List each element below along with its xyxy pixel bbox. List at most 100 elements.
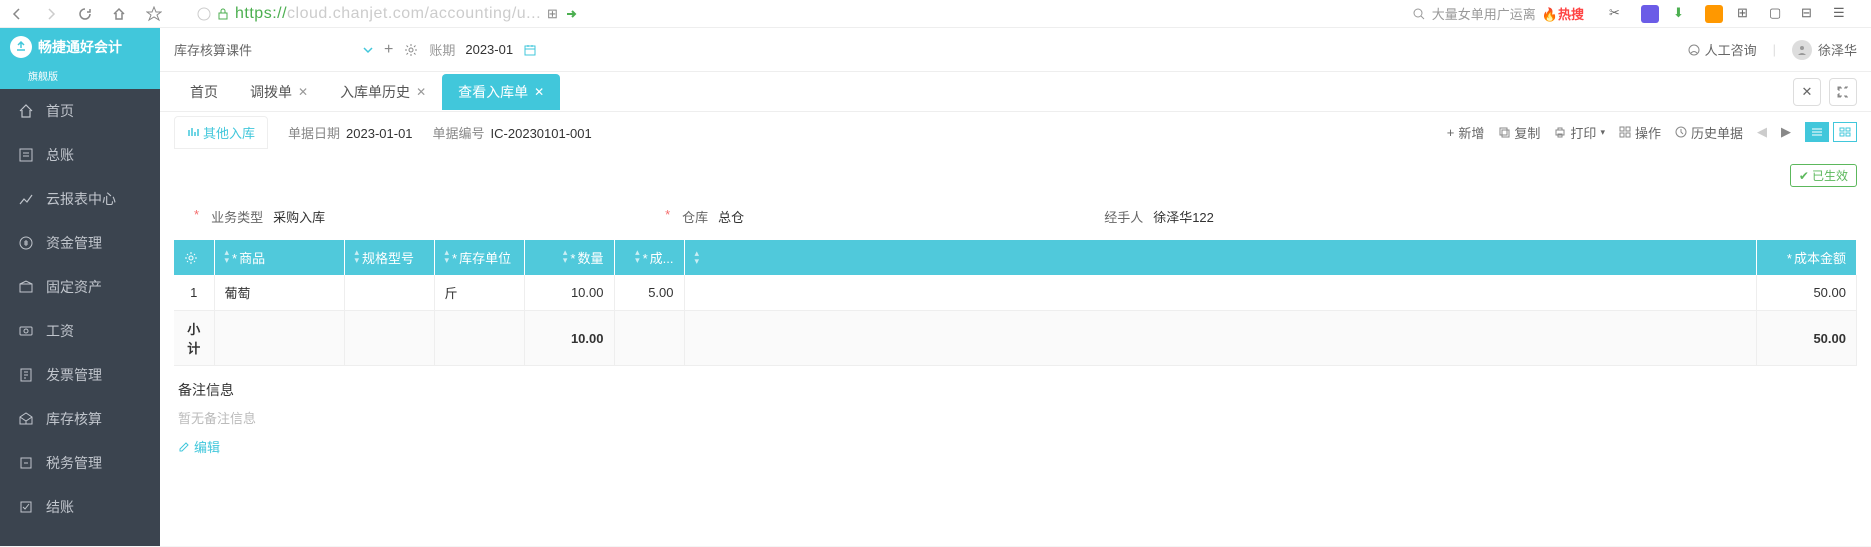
sidebar: 畅捷通好会计 旗舰版 首页 总账 云报表中心 资金管理 固定资产 工资 发票管理… — [0, 28, 160, 546]
address-bar[interactable]: https://cloud.chanjet.com/accounting/u..… — [177, 5, 1387, 23]
cell-amount: 50.00 — [1757, 275, 1857, 311]
ext-icon-6[interactable]: ▢ — [1769, 5, 1787, 23]
col-spec[interactable]: ▴▾规格型号 — [344, 240, 434, 275]
table-header-row: ▴▾*商品 ▴▾规格型号 ▴▾*库存单位 ▴▾*数量 ▴▾*成... ▴▾ *成… — [174, 240, 1857, 275]
copy-button[interactable]: 复制 — [1498, 123, 1540, 142]
remark-section: 备注信息 暂无备注信息 编辑 — [174, 366, 1857, 470]
card-view-button[interactable] — [1833, 122, 1857, 142]
sidebar-item-invoice[interactable]: 发票管理 — [0, 353, 160, 397]
form-row: *业务类型采购入库 *仓库总仓 经手人徐泽华122 — [174, 199, 1857, 240]
handler-field: 经手人徐泽华122 — [1104, 207, 1214, 226]
calendar-icon[interactable] — [523, 43, 537, 57]
close-all-button[interactable]: ✕ — [1793, 78, 1821, 106]
table-row[interactable]: 1 葡萄 斤 10.00 5.00 50.00 — [174, 275, 1857, 311]
nav-label: 总账 — [46, 145, 74, 165]
go-icon[interactable] — [564, 7, 578, 21]
lock-icon — [217, 8, 229, 20]
refresh-icon[interactable] — [78, 7, 92, 21]
report-icon — [18, 191, 34, 207]
sidebar-item-asset[interactable]: 固定资产 — [0, 265, 160, 309]
sidebar-item-home[interactable]: 首页 — [0, 89, 160, 133]
home-icon[interactable] — [112, 7, 126, 21]
col-gear[interactable] — [174, 240, 214, 275]
print-button[interactable]: 打印 ▾ — [1554, 123, 1605, 142]
remark-title: 备注信息 — [178, 380, 1853, 400]
chart-icon — [187, 126, 199, 138]
history-button[interactable]: 历史单据 — [1675, 123, 1743, 142]
next-icon[interactable]: ▶ — [1781, 124, 1791, 140]
col-unit[interactable]: ▴▾*库存单位 — [434, 240, 524, 275]
col-amount[interactable]: *成本金额 — [1757, 240, 1857, 275]
brand-sub: 旗舰版 — [0, 68, 160, 83]
period-label: 账期 — [429, 40, 455, 59]
salary-icon — [18, 323, 34, 339]
cell-cost: 5.00 — [614, 275, 684, 311]
close-icon[interactable]: ✕ — [298, 85, 308, 99]
qr-icon[interactable]: ⊞ — [547, 6, 558, 22]
browser-search[interactable]: 大量女单用广运离 🔥热搜 — [1402, 4, 1594, 23]
logo[interactable]: 畅捷通好会计 — [0, 28, 160, 66]
fullscreen-button[interactable] — [1829, 78, 1857, 106]
close-icon[interactable]: ✕ — [416, 85, 426, 99]
tabs: 首页 调拨单✕ 入库单历史✕ 查看入库单✕ ✕ — [160, 72, 1871, 112]
subtotal-qty: 10.00 — [524, 311, 614, 366]
sidebar-item-fund[interactable]: 资金管理 — [0, 221, 160, 265]
new-button[interactable]: + 新增 — [1447, 123, 1485, 142]
brand-name: 畅捷通好会计 — [38, 37, 122, 57]
subtab-other-instock[interactable]: 其他入库 — [174, 116, 268, 149]
col-cost[interactable]: ▴▾*成... — [614, 240, 684, 275]
nav-label: 资金管理 — [46, 233, 102, 253]
ops-button[interactable]: 操作 — [1619, 123, 1661, 142]
sidebar-item-tax[interactable]: 税务管理 — [0, 441, 160, 485]
user-menu[interactable]: 徐泽华 — [1792, 40, 1857, 60]
tab-home[interactable]: 首页 — [174, 74, 234, 110]
topbar: 库存核算课件 + 账期 2023-01 人工咨询 | 徐泽华 — [160, 28, 1871, 72]
cell-no: 1 — [174, 275, 214, 311]
add-icon[interactable]: + — [384, 41, 393, 59]
sidebar-item-salary[interactable]: 工资 — [0, 309, 160, 353]
biz-type-field: *业务类型采购入库 — [194, 207, 325, 226]
sidebar-item-stock[interactable]: 库存核算 — [0, 397, 160, 441]
ext-icon-3[interactable]: ⬇ — [1673, 5, 1691, 23]
menu-icon[interactable]: ☰ — [1833, 5, 1851, 23]
check-icon: ✔ — [1799, 169, 1809, 183]
tab-view-instock[interactable]: 查看入库单✕ — [442, 74, 560, 110]
nav-label: 发票管理 — [46, 365, 102, 385]
col-qty[interactable]: ▴▾*数量 — [524, 240, 614, 275]
tab-instock-history[interactable]: 入库单历史✕ — [324, 74, 442, 110]
sidebar-item-closing[interactable]: 结账 — [0, 485, 160, 529]
cell-unit: 斤 — [434, 275, 524, 311]
sidebar-item-ledger[interactable]: 总账 — [0, 133, 160, 177]
browser-bar: https://cloud.chanjet.com/accounting/u..… — [0, 0, 1871, 28]
cell-product: 葡萄 — [214, 275, 344, 311]
subtotal-amount: 50.00 — [1757, 311, 1857, 366]
subtotal-row: 小计 10.00 50.00 — [174, 311, 1857, 366]
logo-icon — [10, 36, 32, 58]
ext-icon-4[interactable] — [1705, 5, 1723, 23]
close-icon[interactable]: ✕ — [534, 85, 544, 99]
ext-icon-2[interactable] — [1641, 5, 1659, 23]
back-icon[interactable] — [10, 7, 24, 21]
support-link[interactable]: 人工咨询 — [1687, 40, 1757, 59]
forward-icon[interactable] — [44, 7, 58, 21]
star-icon[interactable] — [146, 6, 162, 22]
edit-link[interactable]: 编辑 — [178, 437, 1853, 456]
prev-icon[interactable]: ◀ — [1757, 124, 1767, 140]
doc-date: 单据日期2023-01-01 — [288, 123, 413, 142]
nav-label: 首页 — [46, 101, 74, 121]
col-product[interactable]: ▴▾*商品 — [214, 240, 344, 275]
sidebar-item-report[interactable]: 云报表中心 — [0, 177, 160, 221]
ext-icon-1[interactable]: ✂ — [1609, 5, 1627, 23]
nav-label: 结账 — [46, 497, 74, 517]
tab-transfer[interactable]: 调拨单✕ — [234, 74, 324, 110]
account-selector[interactable]: 库存核算课件 — [174, 40, 374, 59]
period-value[interactable]: 2023-01 — [465, 42, 513, 57]
gear-icon[interactable] — [403, 42, 419, 58]
col-empty[interactable]: ▴▾ — [684, 240, 1757, 275]
main: 库存核算课件 + 账期 2023-01 人工咨询 | 徐泽华 首页 调拨单✕ 入… — [160, 28, 1871, 546]
search-icon — [1412, 7, 1426, 21]
list-view-button[interactable] — [1805, 122, 1829, 142]
data-table: ▴▾*商品 ▴▾规格型号 ▴▾*库存单位 ▴▾*数量 ▴▾*成... ▴▾ *成… — [174, 240, 1857, 366]
ext-icon-7[interactable]: ⊟ — [1801, 5, 1819, 23]
ext-icon-5[interactable]: ⊞ — [1737, 5, 1755, 23]
